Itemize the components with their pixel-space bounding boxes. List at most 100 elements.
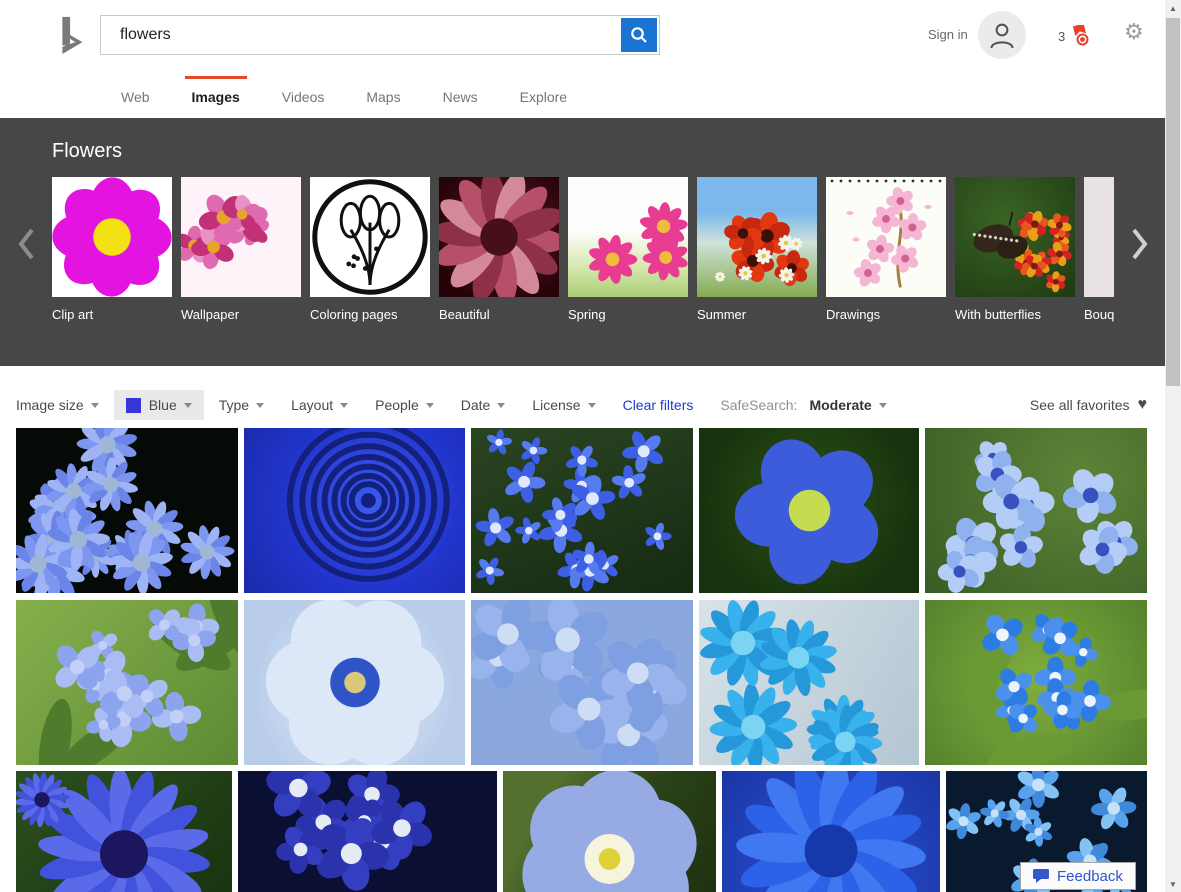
image-result[interactable] [244,428,466,593]
scrollbar-thumb[interactable] [1166,18,1180,386]
favorites-label: See all favorites [1030,397,1130,413]
chevron-right-icon [1126,224,1152,264]
related-search-image[interactable] [310,177,430,297]
feedback-button[interactable]: Feedback [1020,862,1136,890]
image-result[interactable] [699,600,920,765]
rewards-count: 3 [1058,29,1065,44]
safesearch-value: Moderate [809,397,871,413]
search-icon [629,25,649,45]
image-result[interactable] [699,428,920,593]
filter-date[interactable]: Date [461,397,506,413]
filter-layout[interactable]: Layout [291,397,348,413]
tab-images[interactable]: Images [192,89,240,105]
sign-in-link[interactable]: Sign in [928,27,968,42]
tab-maps[interactable]: Maps [366,89,400,105]
related-search-tile[interactable]: Clip art [52,177,172,357]
rewards-badge[interactable]: 3 [1058,25,1091,47]
tab-explore[interactable]: Explore [520,89,567,105]
tab-videos[interactable]: Videos [282,89,325,105]
related-search-tile[interactable]: Bouquets [1084,177,1114,357]
image-result[interactable] [238,771,497,892]
image-result[interactable] [503,771,716,892]
filter-license[interactable]: License [532,397,595,413]
chevron-down-icon [426,403,434,408]
person-icon [989,21,1015,49]
filter-label: Image size [16,397,84,413]
image-result[interactable] [722,771,940,892]
filter-blue[interactable]: Blue [114,390,204,420]
image-result[interactable] [244,600,466,765]
image-result[interactable] [16,600,238,765]
filter-label: License [532,397,580,413]
search-vertical-tabs: Web Images Videos Maps News Explore [121,62,567,118]
chevron-down-icon [588,403,596,408]
chevron-down-icon [879,403,887,408]
image-results-grid [16,428,1147,892]
carousel-next-button[interactable] [1126,224,1152,264]
carousel-prev-button[interactable] [14,224,40,264]
feedback-label: Feedback [1057,868,1123,885]
related-search-tile[interactable]: Drawings [826,177,946,357]
avatar[interactable] [978,11,1026,59]
related-search-label: Clip art [52,307,172,322]
related-search-label: With butterflies [955,307,1075,322]
filter-bar: Image size Blue Type Layout People Date Licens… [16,388,1147,422]
chevron-down-icon [497,403,505,408]
filter-label: Type [219,397,249,413]
related-search-tile[interactable]: Coloring pages [310,177,430,357]
related-search-image[interactable] [697,177,817,297]
related-search-label: Wallpaper [181,307,301,322]
filter-label: Layout [291,397,333,413]
clear-filters-link[interactable]: Clear filters [623,397,694,413]
related-search-label: Spring [568,307,688,322]
image-result[interactable] [925,428,1147,593]
related-search-image[interactable] [1084,177,1114,297]
related-search-tile[interactable]: Summer [697,177,817,357]
gear-icon[interactable]: ⚙ [1124,21,1144,43]
search-input[interactable] [101,16,619,54]
chevron-down-icon [256,403,264,408]
feedback-bubble-icon [1033,869,1049,883]
related-search-tile[interactable]: Wallpaper [181,177,301,357]
image-result[interactable] [16,771,232,892]
header: Sign in 3 ⚙ [0,0,1165,62]
search-button[interactable] [621,18,657,52]
rewards-medal-icon [1071,25,1091,47]
chevron-left-icon [14,224,40,264]
filter-label: Blue [149,397,177,413]
bing-logo[interactable] [56,15,86,55]
scroll-down-arrow[interactable]: ▼ [1165,876,1181,892]
chevron-down-icon [184,403,192,408]
filter-people[interactable]: People [375,397,434,413]
safesearch-dropdown[interactable]: Moderate [809,397,886,413]
see-all-favorites-link[interactable]: See all favorites ♥ [1030,397,1147,413]
image-result[interactable] [16,428,238,593]
filter-image-size[interactable]: Image size [16,397,99,413]
safesearch-label: SafeSearch: [720,397,797,413]
related-search-image[interactable] [826,177,946,297]
scroll-up-arrow[interactable]: ▲ [1165,0,1181,16]
carousel-title: Flowers [52,140,122,163]
related-search-image[interactable] [439,177,559,297]
related-search-tile[interactable]: Spring [568,177,688,357]
chevron-down-icon [340,403,348,408]
page-scrollbar[interactable]: ▲ ▼ [1165,0,1181,892]
image-result[interactable] [925,600,1147,765]
related-search-tile[interactable]: Beautiful [439,177,559,357]
blue-color-swatch [126,398,141,413]
image-result[interactable] [471,428,693,593]
chevron-down-icon [91,403,99,408]
related-search-label: Coloring pages [310,307,430,322]
related-search-label: Bouquets [1084,307,1114,322]
heart-icon: ♥ [1138,397,1148,413]
related-search-image[interactable] [955,177,1075,297]
tab-web[interactable]: Web [121,89,150,105]
tab-news[interactable]: News [443,89,478,105]
image-result[interactable] [471,600,693,765]
related-search-tile[interactable]: With butterflies [955,177,1075,357]
related-search-image[interactable] [52,177,172,297]
related-search-image[interactable] [181,177,301,297]
filter-type[interactable]: Type [219,397,264,413]
related-search-image[interactable] [568,177,688,297]
filter-label: People [375,397,419,413]
